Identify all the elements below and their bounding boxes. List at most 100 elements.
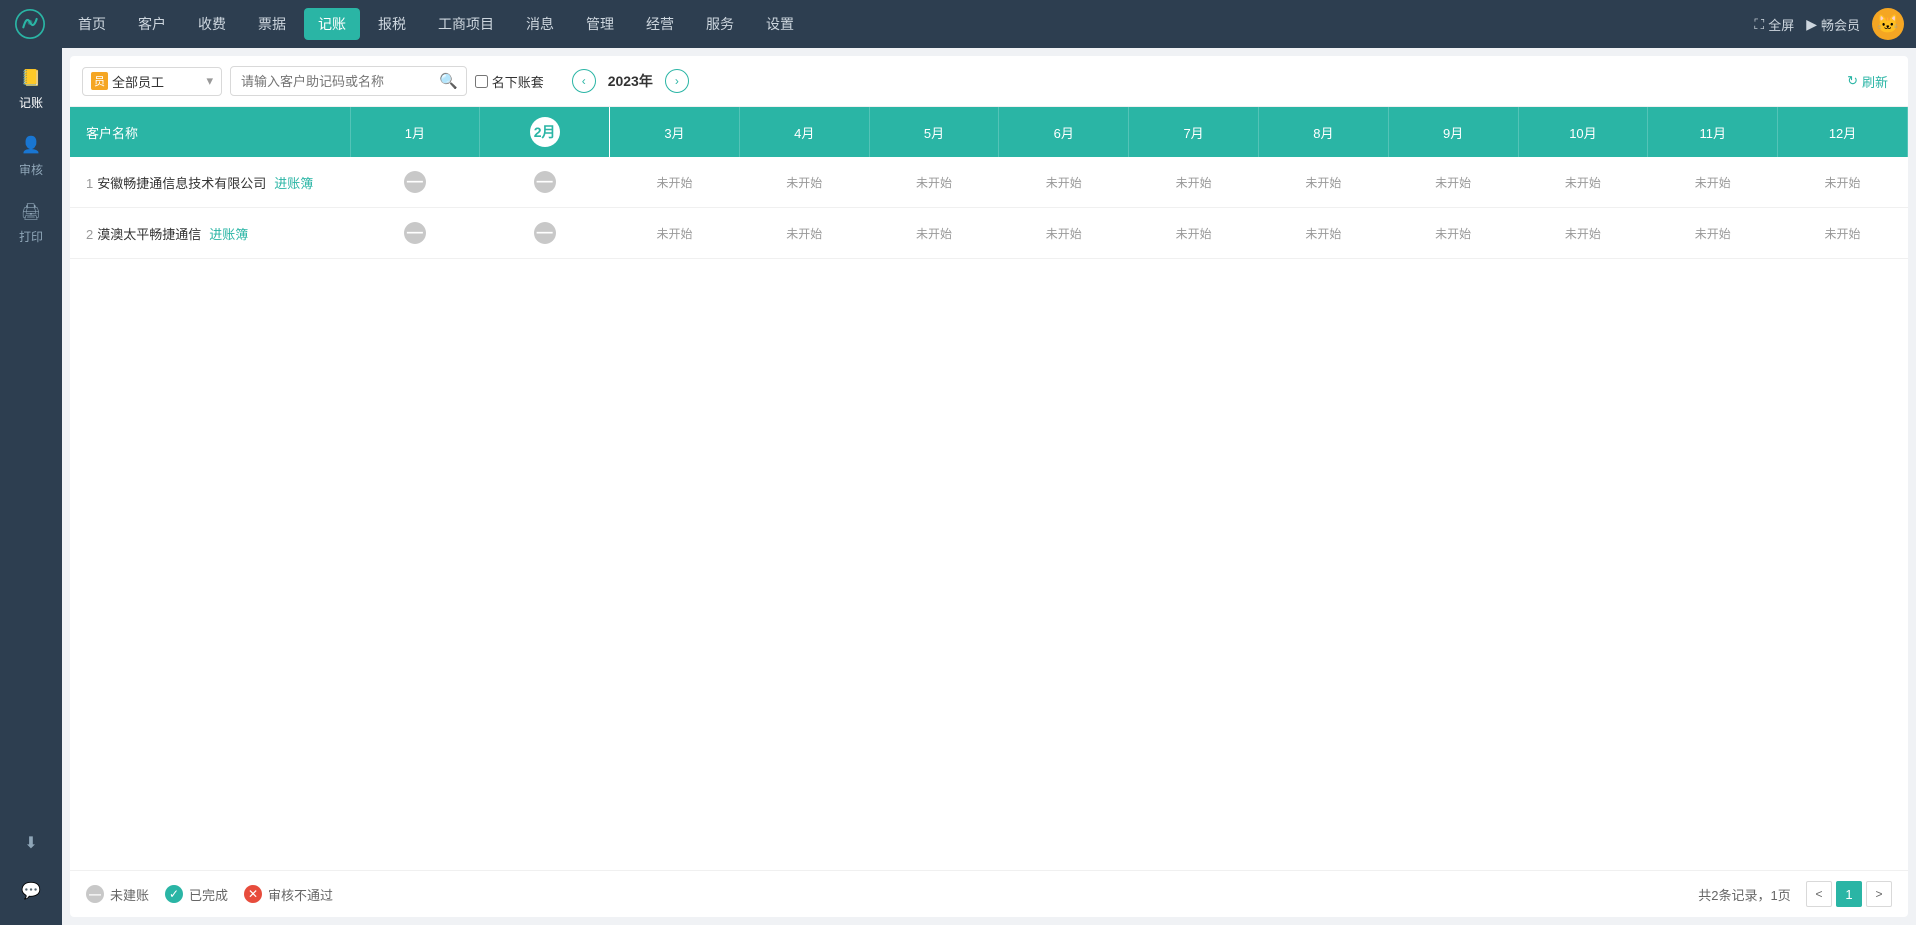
sidebar-item-bookkeeping[interactable]: 📒 记账 (0, 56, 62, 119)
col-may: 5月 (869, 107, 999, 157)
cell-month-10: 未开始 (1518, 208, 1648, 259)
search-button[interactable]: 🔍 (431, 67, 466, 95)
table-row: 1安徽畅捷通信息技术有限公司进账簿——未开始未开始未开始未开始未开始未开始未开始… (70, 157, 1908, 208)
employee-tag-icon: 员 (91, 72, 108, 90)
status-not-started-text: 未开始 (1305, 227, 1341, 241)
sidebar-item-print[interactable]: 🖨 打印 (0, 190, 62, 253)
status-not-started-text: 未开始 (1695, 176, 1731, 190)
next-page-button[interactable]: > (1866, 881, 1892, 907)
status-not-started-text: 未开始 (1825, 227, 1861, 241)
prev-page-button[interactable]: < (1806, 881, 1832, 907)
legend-completed: ✓ 已完成 (165, 885, 228, 904)
member-button[interactable]: ▶ 畅会员 (1806, 15, 1860, 34)
cell-month-5: 未开始 (869, 208, 999, 259)
cell-month-3: 未开始 (610, 208, 740, 259)
user-avatar[interactable]: 🐱 (1872, 8, 1904, 40)
my-accounts-checkbox[interactable] (475, 75, 488, 88)
status-not-started-text: 未开始 (1046, 227, 1082, 241)
year-label: 2023年 (608, 71, 653, 91)
nav-settings[interactable]: 设置 (752, 8, 808, 40)
sidebar-item-download[interactable]: ⬇ (0, 821, 62, 865)
status-not-started-text: 未开始 (1435, 227, 1471, 241)
content-area: 员 全部员工 ▾ 🔍 名下账套 ‹ 2023年 › ↻ 刷新 (70, 56, 1908, 917)
legend-rejected-icon: ✕ (244, 885, 262, 903)
col-oct: 10月 (1518, 107, 1648, 157)
status-not-started-text: 未开始 (786, 227, 822, 241)
next-year-button[interactable]: › (665, 69, 689, 93)
sidebar: 📒 记账 👤 审核 🖨 打印 ⬇ 💬 (0, 48, 62, 925)
cell-month-4: 未开始 (739, 157, 869, 208)
status-not-started-text: 未开始 (1046, 176, 1082, 190)
enter-ledger-link[interactable]: 进账簿 (209, 227, 248, 242)
dropdown-arrow-icon: ▾ (206, 73, 213, 89)
cell-month-9: 未开始 (1388, 157, 1518, 208)
chat-icon: 💬 (15, 877, 47, 905)
nav-message[interactable]: 消息 (512, 8, 568, 40)
current-page: 1 (1836, 881, 1862, 907)
status-not-started-text: 未开始 (1565, 176, 1601, 190)
prev-year-button[interactable]: ‹ (572, 69, 596, 93)
legend: — 未建账 ✓ 已完成 ✕ 审核不通过 (86, 885, 333, 904)
table-header-row: 客户名称 1月 2月 3月 4月 5月 6月 7月 8月 (70, 107, 1908, 157)
top-nav-right: ⛶ 全屏 ▶ 畅会员 🐱 (1754, 8, 1904, 40)
cell-month-1: — (350, 157, 480, 208)
bookkeeping-icon: 📒 (15, 64, 47, 92)
cell-month-7: 未开始 (1129, 208, 1259, 259)
cell-month-8: 未开始 (1258, 208, 1388, 259)
cell-client-name: 2 漠澳太平畅捷通信进账簿 (70, 208, 350, 259)
col-jan: 1月 (350, 107, 480, 157)
employee-select[interactable]: 员 全部员工 ▾ (82, 67, 222, 96)
cell-month-7: 未开始 (1129, 157, 1259, 208)
cell-month-2: — (480, 157, 610, 208)
table-row: 2漠澳太平畅捷通信进账簿——未开始未开始未开始未开始未开始未开始未开始未开始未开… (70, 208, 1908, 259)
status-not-started-text: 未开始 (1435, 176, 1471, 190)
col-feb: 2月 (480, 107, 610, 157)
nav-charge[interactable]: 收费 (184, 8, 240, 40)
status-not-created-icon: — (534, 171, 556, 193)
search-input[interactable] (231, 69, 431, 94)
status-not-started-text: 未开始 (656, 227, 692, 241)
client-name-text: 安徽畅捷通信息技术有限公司 (97, 176, 266, 191)
nav-manage[interactable]: 管理 (572, 8, 628, 40)
status-not-started-text: 未开始 (656, 176, 692, 190)
audit-icon: 👤 (15, 131, 47, 159)
col-mar: 3月 (610, 107, 740, 157)
col-sep: 9月 (1388, 107, 1518, 157)
nav-bookkeeping[interactable]: 记账 (304, 8, 360, 40)
legend-completed-icon: ✓ (165, 885, 183, 903)
status-not-started-text: 未开始 (1695, 227, 1731, 241)
nav-home[interactable]: 首页 (64, 8, 120, 40)
status-not-started-text: 未开始 (1565, 227, 1601, 241)
refresh-button[interactable]: ↻ 刷新 (1839, 68, 1896, 95)
active-month-circle: 2月 (530, 117, 560, 147)
cell-client-name: 1安徽畅捷通信息技术有限公司进账簿 (70, 157, 350, 208)
col-nov: 11月 (1648, 107, 1778, 157)
nav-business[interactable]: 工商项目 (424, 8, 508, 40)
col-aug: 8月 (1258, 107, 1388, 157)
row-index: 2 (86, 227, 93, 242)
table-body: 1安徽畅捷通信息技术有限公司进账簿——未开始未开始未开始未开始未开始未开始未开始… (70, 157, 1908, 259)
col-jul: 7月 (1129, 107, 1259, 157)
my-accounts-checkbox-wrap[interactable]: 名下账套 (475, 72, 544, 91)
app-logo (12, 6, 48, 42)
nav-bill[interactable]: 票据 (244, 8, 300, 40)
status-not-started-text: 未开始 (1176, 176, 1212, 190)
cell-month-11: 未开始 (1648, 208, 1778, 259)
fullscreen-button[interactable]: ⛶ 全屏 (1754, 15, 1794, 34)
sidebar-item-chat[interactable]: 💬 (0, 869, 62, 913)
enter-ledger-link[interactable]: 进账簿 (274, 176, 313, 191)
cell-month-6: 未开始 (999, 208, 1129, 259)
table-wrap: 客户名称 1月 2月 3月 4月 5月 6月 7月 8月 (70, 107, 1908, 870)
cell-month-1: — (350, 208, 480, 259)
nav-operation[interactable]: 经营 (632, 8, 688, 40)
nav-service[interactable]: 服务 (692, 8, 748, 40)
cell-month-10: 未开始 (1518, 157, 1648, 208)
search-wrap: 🔍 (230, 66, 467, 96)
col-dec: 12月 (1778, 107, 1908, 157)
status-not-started-text: 未开始 (1825, 176, 1861, 190)
sidebar-item-audit[interactable]: 👤 审核 (0, 123, 62, 186)
client-name-text: 漠澳太平畅捷通信 (97, 227, 201, 242)
nav-tax[interactable]: 报税 (364, 8, 420, 40)
cell-month-5: 未开始 (869, 157, 999, 208)
nav-client[interactable]: 客户 (124, 8, 180, 40)
